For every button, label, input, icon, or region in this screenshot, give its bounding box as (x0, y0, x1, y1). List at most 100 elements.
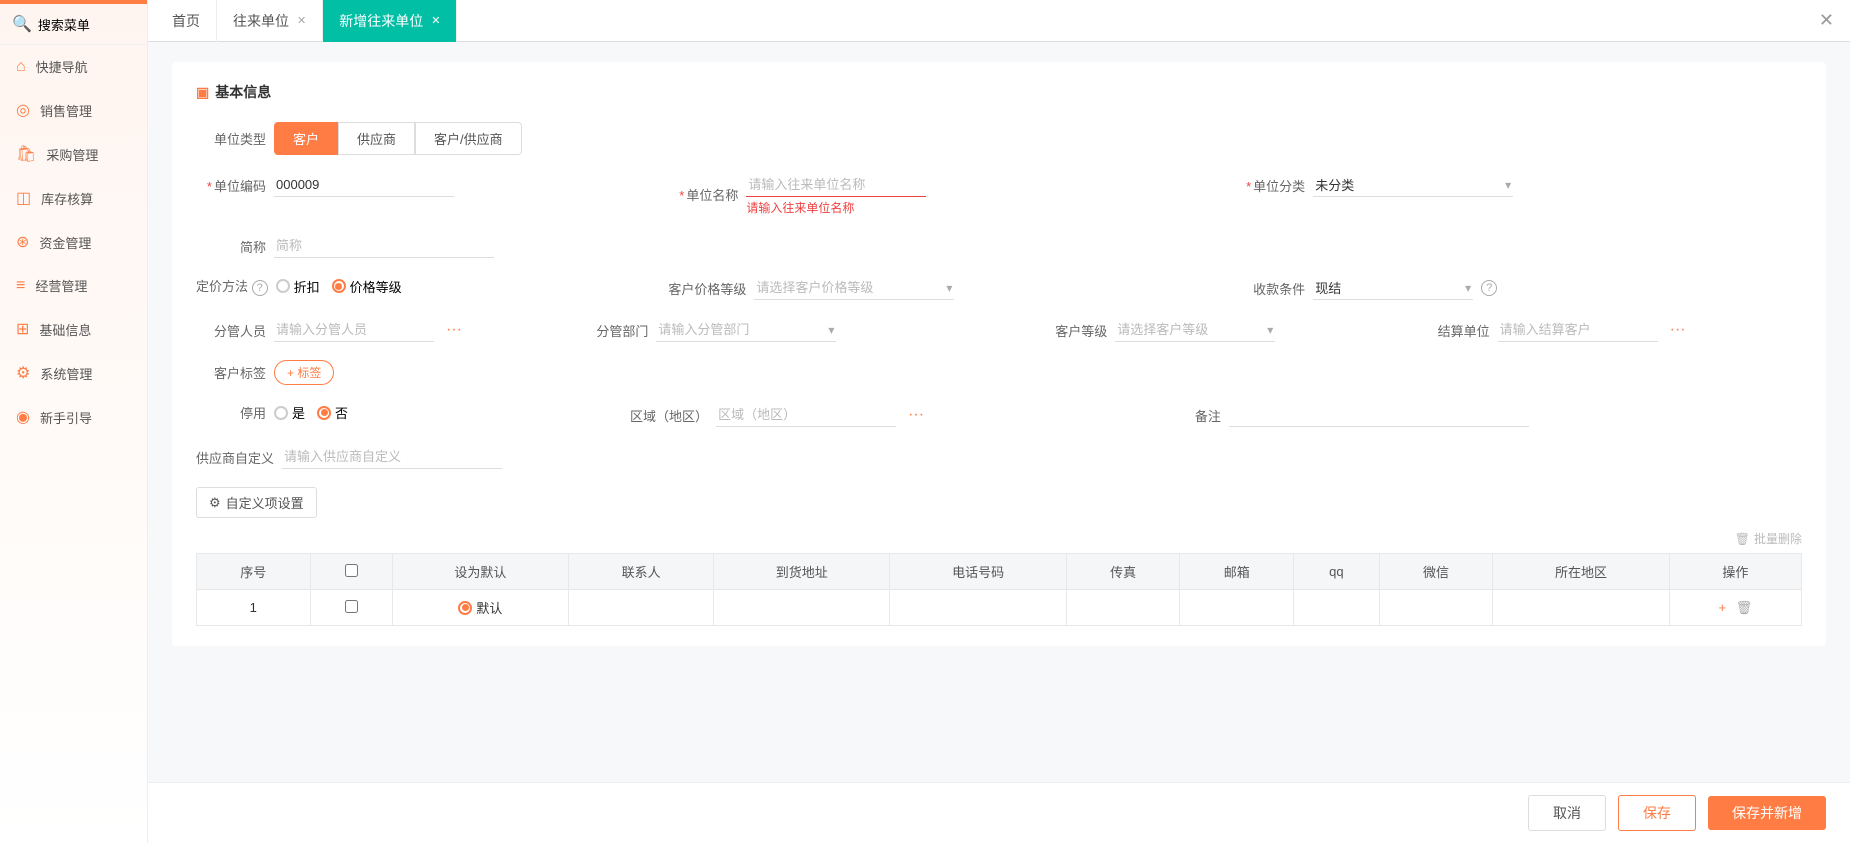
sidebar-item-inventory[interactable]: ◫ 库存核算 (0, 176, 147, 220)
unit-category-group: *单位分类 ▾ (1235, 173, 1802, 197)
row-region (1493, 590, 1669, 626)
default-label: 默认 (476, 598, 502, 617)
price-level-wrapper: ▾ (754, 276, 954, 300)
search-label: 搜索菜单 (38, 15, 90, 34)
sidebar: 🔍 搜索菜单 ⌂ 快捷导航 ◎ 销售管理 🛍 采购管理 ◫ 库存核算 ⊛ 资金管… (0, 0, 148, 843)
settlement-input[interactable] (1498, 318, 1658, 342)
sidebar-item-quick-nav[interactable]: ⌂ 快捷导航 (0, 45, 147, 88)
yes-radio-circle (274, 406, 288, 420)
disabled-label: 停用 (196, 403, 266, 422)
sidebar-item-finance[interactable]: ⊛ 资金管理 (0, 220, 147, 264)
supplier-custom-label: 供应商自定义 (196, 448, 274, 467)
department-group: 分管部门 ▾ (578, 318, 1037, 342)
payment-terms-input[interactable] (1313, 276, 1473, 300)
disabled-no-radio[interactable]: 否 (317, 403, 348, 422)
tab-partners[interactable]: 往来单位 ✕ (217, 0, 323, 42)
short-name-input[interactable] (274, 234, 494, 258)
default-radio[interactable]: 默认 (403, 598, 558, 617)
sidebar-item-label: 基础信息 (39, 320, 91, 339)
price-level-group: 客户价格等级 ▾ (668, 276, 1235, 300)
gear-icon: ⚙ (209, 495, 221, 511)
tab-home[interactable]: 首页 (156, 0, 217, 42)
sidebar-item-label: 经营管理 (35, 276, 87, 295)
save-and-new-button[interactable]: 保存并新增 (1708, 796, 1826, 830)
unit-name-input[interactable] (746, 173, 926, 197)
payment-help-icon[interactable]: ? (1481, 280, 1497, 296)
department-input[interactable] (656, 318, 836, 342)
settlement-more-btn[interactable]: ··· (1666, 321, 1690, 339)
unit-btn-supplier[interactable]: 供应商 (338, 122, 415, 155)
sidebar-item-basic-info[interactable]: ⊞ 基础信息 (0, 307, 147, 351)
unit-btn-both[interactable]: 客户/供应商 (415, 122, 522, 155)
tags-row: 客户标签 + 标签 (196, 360, 1802, 385)
guide-icon: ◉ (16, 407, 30, 427)
row-checkbox[interactable] (345, 600, 358, 613)
row-email (1180, 590, 1294, 626)
unit-type-group: 单位类型 客户 供应商 客户/供应商 (196, 122, 1802, 155)
sidebar-item-label: 采购管理 (46, 145, 98, 164)
discount-radio-circle (276, 279, 290, 293)
sidebar-item-label: 系统管理 (40, 364, 92, 383)
add-tag-button[interactable]: + 标签 (274, 360, 334, 385)
section-title: ▣ 基本信息 (196, 82, 1802, 102)
sidebar-item-system[interactable]: ⚙ 系统管理 (0, 351, 147, 395)
tab-new-partner[interactable]: 新增往来单位 ✕ (323, 0, 457, 42)
no-radio-circle (317, 406, 331, 420)
price-level-input[interactable] (754, 276, 954, 300)
sidebar-item-operations[interactable]: ≡ 经营管理 (0, 264, 147, 307)
sidebar-item-purchase[interactable]: 🛍 采购管理 (0, 132, 147, 176)
col-wechat: 微信 (1379, 554, 1493, 590)
tab-partners-close[interactable]: ✕ (297, 14, 306, 27)
custom-settings-label: 自定义项设置 (226, 493, 304, 512)
tab-new-partner-label: 新增往来单位 (339, 11, 423, 31)
customer-level-label: 客户等级 (1037, 321, 1107, 340)
custom-settings-button[interactable]: ⚙ 自定义项设置 (196, 487, 317, 518)
select-all-checkbox[interactable] (345, 564, 358, 577)
cancel-button[interactable]: 取消 (1528, 795, 1606, 831)
supplier-custom-input[interactable] (282, 445, 502, 469)
payment-terms-label: 收款条件 (1235, 279, 1305, 298)
tab-bar: 首页 往来单位 ✕ 新增往来单位 ✕ ✕ (148, 0, 1850, 42)
section-title-text: 基本信息 (215, 82, 271, 102)
unit-code-input[interactable] (274, 173, 454, 197)
tab-partners-label: 往来单位 (233, 11, 289, 31)
disabled-yes-radio[interactable]: 是 (274, 403, 305, 422)
pricing-help-icon[interactable]: ? (252, 280, 268, 296)
search-icon: 🔍 (12, 14, 32, 34)
remark-input[interactable] (1229, 403, 1529, 427)
region-input[interactable] (716, 403, 896, 427)
discount-label: 折扣 (294, 277, 320, 296)
pricing-method-group: 定价方法 ? 折扣 价格等级 (196, 276, 668, 296)
col-default: 设为默认 (392, 554, 568, 590)
home-icon: ⌂ (16, 58, 26, 76)
purchase-icon: 🛍 (16, 144, 36, 164)
unit-category-label: *单位分类 (1235, 176, 1305, 195)
sidebar-item-sales[interactable]: ◎ 销售管理 (0, 88, 147, 132)
sidebar-item-guide[interactable]: ◉ 新手引导 (0, 395, 147, 439)
close-all-tabs[interactable]: ✕ (1811, 10, 1842, 31)
finance-icon: ⊛ (16, 232, 29, 252)
customer-level-input[interactable] (1115, 318, 1275, 342)
form-footer: 取消 保存 保存并新增 (148, 782, 1850, 843)
department-label: 分管部门 (578, 321, 648, 340)
region-more-btn[interactable]: ··· (904, 406, 928, 424)
add-row-btn[interactable]: + (1718, 600, 1726, 615)
pricing-radio-level[interactable]: 价格等级 (332, 277, 402, 296)
manager-input[interactable] (274, 318, 434, 342)
unit-category-input[interactable] (1313, 173, 1513, 197)
manager-label: 分管人员 (196, 321, 266, 340)
col-phone: 电话号码 (890, 554, 1066, 590)
save-button[interactable]: 保存 (1618, 795, 1696, 831)
supplier-custom-group: 供应商自定义 (196, 445, 1802, 469)
row-index: 1 (197, 590, 311, 626)
delete-row-btn[interactable]: 🗑 (1736, 600, 1753, 615)
pricing-radio-discount[interactable]: 折扣 (276, 277, 320, 296)
unit-btn-customer[interactable]: 客户 (274, 122, 338, 155)
tab-new-partner-close[interactable]: ✕ (431, 14, 440, 27)
pricing-radio-group: 折扣 价格等级 (276, 277, 402, 296)
col-qq: qq (1294, 554, 1380, 590)
search-menu[interactable]: 🔍 搜索菜单 (0, 4, 147, 45)
manager-more-btn[interactable]: ··· (442, 321, 466, 339)
settlement-unit-group: 结算单位 ··· (1420, 318, 1802, 342)
customer-level-group: 客户等级 ▾ (1037, 318, 1419, 342)
